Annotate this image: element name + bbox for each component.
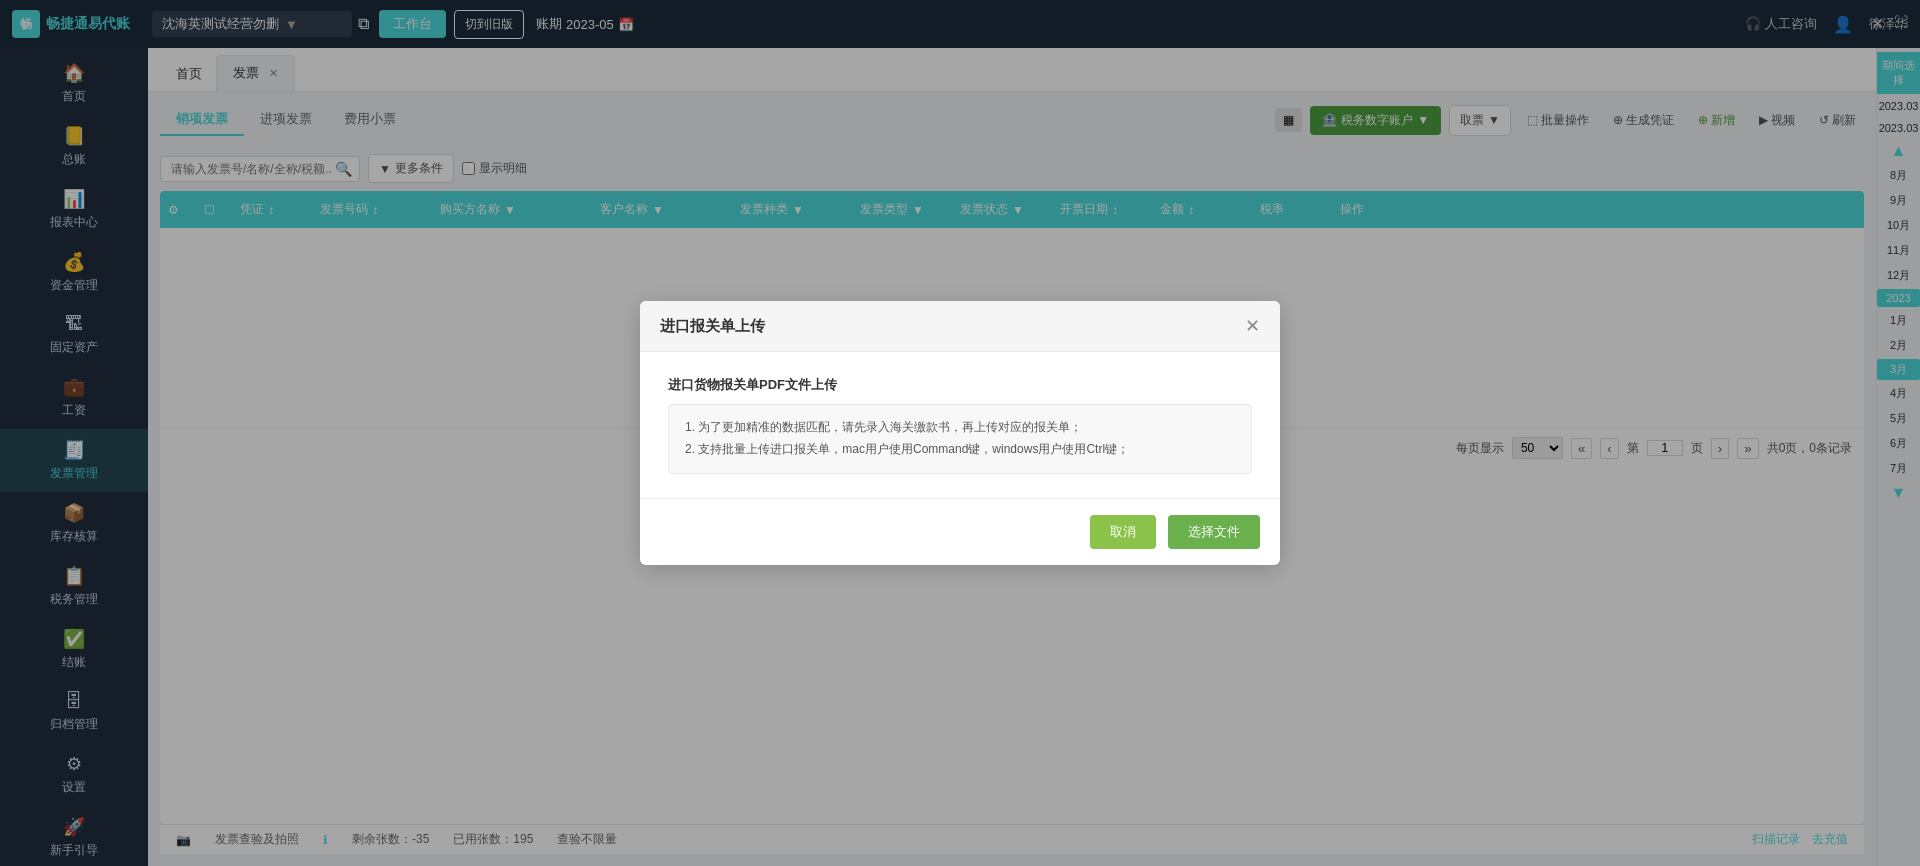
modal-close-button[interactable]: ✕ <box>1245 315 1260 337</box>
modal-info-box: 1. 为了更加精准的数据匹配，请先录入海关缴款书，再上传对应的报关单； 2. 支… <box>668 404 1252 473</box>
modal-header: 进口报关单上传 ✕ <box>640 301 1280 352</box>
modal-info-item-2: 2. 支持批量上传进口报关单，mac用户使用Command键，windows用户… <box>685 439 1235 461</box>
cancel-modal-button[interactable]: 取消 <box>1090 515 1156 549</box>
modal-info-item-1: 1. 为了更加精准的数据匹配，请先录入海关缴款书，再上传对应的报关单； <box>685 417 1235 439</box>
modal-title: 进口报关单上传 <box>660 317 765 336</box>
modal-overlay: 进口报关单上传 ✕ 进口货物报关单PDF文件上传 1. 为了更加精准的数据匹配，… <box>0 0 1920 866</box>
select-file-button[interactable]: 选择文件 <box>1168 515 1260 549</box>
modal-section-title: 进口货物报关单PDF文件上传 <box>668 376 1252 394</box>
import-modal: 进口报关单上传 ✕ 进口货物报关单PDF文件上传 1. 为了更加精准的数据匹配，… <box>640 301 1280 564</box>
modal-body: 进口货物报关单PDF文件上传 1. 为了更加精准的数据匹配，请先录入海关缴款书，… <box>640 352 1280 497</box>
modal-footer: 取消 选择文件 <box>640 498 1280 565</box>
